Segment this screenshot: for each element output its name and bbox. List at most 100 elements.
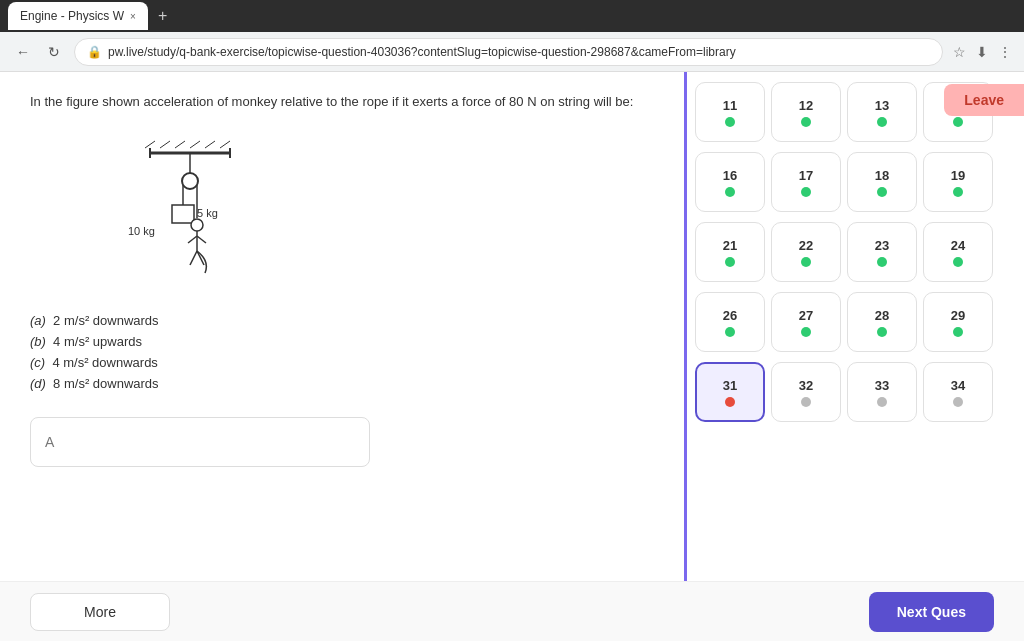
question-cell[interactable]: 27	[771, 292, 841, 352]
address-bar: ← ↻ 🔒 pw.live/study/q-bank-exercise/topi…	[0, 32, 1024, 72]
question-number: 24	[951, 238, 965, 253]
browser-actions: ☆ ⬇ ⋮	[953, 44, 1012, 60]
question-status-dot	[725, 327, 735, 337]
question-cell[interactable]: 19	[923, 152, 993, 212]
svg-line-5	[175, 141, 185, 148]
question-status-dot	[801, 257, 811, 267]
grid-row: 31 32 33 34	[695, 362, 1016, 422]
download-icon[interactable]: ⬇	[976, 44, 988, 60]
question-cell[interactable]: 12	[771, 82, 841, 142]
svg-line-19	[197, 236, 206, 243]
question-status-dot	[801, 187, 811, 197]
question-cell[interactable]: 16	[695, 152, 765, 212]
question-cell[interactable]: 23	[847, 222, 917, 282]
question-text: In the figure shown acceleration of monk…	[30, 92, 654, 113]
svg-line-3	[145, 141, 155, 148]
svg-rect-12	[172, 205, 194, 223]
question-number: 18	[875, 168, 889, 183]
next-question-button[interactable]: Next Ques	[869, 592, 994, 632]
svg-text:5 kg: 5 kg	[197, 207, 218, 219]
url-bar[interactable]: 🔒 pw.live/study/q-bank-exercise/topicwis…	[74, 38, 943, 66]
question-status-dot	[801, 397, 811, 407]
option-item[interactable]: (c) 4 m/s² downwards	[30, 355, 654, 370]
question-number: 19	[951, 168, 965, 183]
browser-chrome: Engine - Physics W × +	[0, 0, 1024, 32]
question-number: 28	[875, 308, 889, 323]
tab-add-icon[interactable]: +	[158, 7, 167, 25]
question-panel: In the figure shown acceleration of monk…	[0, 72, 684, 581]
question-number: 17	[799, 168, 813, 183]
question-status-dot	[953, 397, 963, 407]
question-number: 23	[875, 238, 889, 253]
question-cell[interactable]: 11	[695, 82, 765, 142]
question-number: 16	[723, 168, 737, 183]
question-number: 27	[799, 308, 813, 323]
question-cell[interactable]: 13	[847, 82, 917, 142]
options-list: (a) 2 m/s² downwards (b) 4 m/s² upwards (c…	[30, 313, 654, 397]
question-number: 26	[723, 308, 737, 323]
question-status-dot	[801, 327, 811, 337]
question-cell[interactable]: 22	[771, 222, 841, 282]
question-status-dot	[877, 327, 887, 337]
browser-tab[interactable]: Engine - Physics W ×	[8, 2, 148, 30]
leave-button[interactable]: Leave	[944, 84, 1024, 116]
question-number: 12	[799, 98, 813, 113]
question-status-dot	[877, 187, 887, 197]
question-status-dot	[801, 117, 811, 127]
svg-line-6	[190, 141, 200, 148]
svg-point-16	[191, 219, 203, 231]
question-status-dot	[725, 257, 735, 267]
question-status-dot	[953, 257, 963, 267]
question-number: 34	[951, 378, 965, 393]
question-cell[interactable]: 29	[923, 292, 993, 352]
back-button[interactable]: ←	[12, 40, 34, 64]
question-cell[interactable]: 18	[847, 152, 917, 212]
question-number: 31	[723, 378, 737, 393]
question-cell[interactable]: 33	[847, 362, 917, 422]
more-button[interactable]: More	[30, 593, 170, 631]
question-status-dot	[725, 397, 735, 407]
question-number: 33	[875, 378, 889, 393]
url-text: pw.live/study/q-bank-exercise/topicwise-…	[108, 45, 736, 59]
tab-close-icon[interactable]: ×	[130, 11, 136, 22]
svg-line-8	[220, 141, 230, 148]
question-number: 22	[799, 238, 813, 253]
grid-row: 26 27 28 29	[695, 292, 1016, 352]
reload-button[interactable]: ↻	[44, 40, 64, 64]
question-number: 29	[951, 308, 965, 323]
question-number: 21	[723, 238, 737, 253]
question-cell[interactable]: 32	[771, 362, 841, 422]
question-cell[interactable]: 26	[695, 292, 765, 352]
option-item[interactable]: (b) 4 m/s² upwards	[30, 334, 654, 349]
pulley-figure-area: 5 kg 10 kg	[90, 133, 654, 297]
question-number: 13	[875, 98, 889, 113]
security-icon: 🔒	[87, 45, 102, 59]
svg-line-18	[188, 236, 197, 243]
option-item[interactable]: (a) 2 m/s² downwards	[30, 313, 654, 328]
question-cell[interactable]: 34	[923, 362, 993, 422]
share-icon[interactable]: ⋮	[998, 44, 1012, 60]
option-item[interactable]: (d) 8 m/s² downwards	[30, 376, 654, 391]
question-cell[interactable]: 28	[847, 292, 917, 352]
bottom-bar: More Next Ques	[0, 581, 1024, 641]
question-status-dot	[877, 117, 887, 127]
question-status-dot	[953, 187, 963, 197]
grid-row: 21 22 23 24	[695, 222, 1016, 282]
page-content: Leave In the figure shown acceleration o…	[0, 72, 1024, 641]
answer-input[interactable]	[30, 417, 370, 467]
question-number: 11	[723, 98, 737, 113]
question-number: 32	[799, 378, 813, 393]
question-cell[interactable]: 31	[695, 362, 765, 422]
question-cell[interactable]: 17	[771, 152, 841, 212]
svg-text:10 kg: 10 kg	[128, 225, 155, 237]
question-cell[interactable]: 21	[695, 222, 765, 282]
question-cell[interactable]: 24	[923, 222, 993, 282]
question-status-dot	[953, 117, 963, 127]
question-status-dot	[953, 327, 963, 337]
question-status-dot	[877, 397, 887, 407]
svg-line-4	[160, 141, 170, 148]
question-status-dot	[725, 117, 735, 127]
star-icon[interactable]: ☆	[953, 44, 966, 60]
svg-line-20	[190, 251, 197, 265]
question-grid: 1112131416171819212223242627282931323334	[684, 72, 1024, 581]
